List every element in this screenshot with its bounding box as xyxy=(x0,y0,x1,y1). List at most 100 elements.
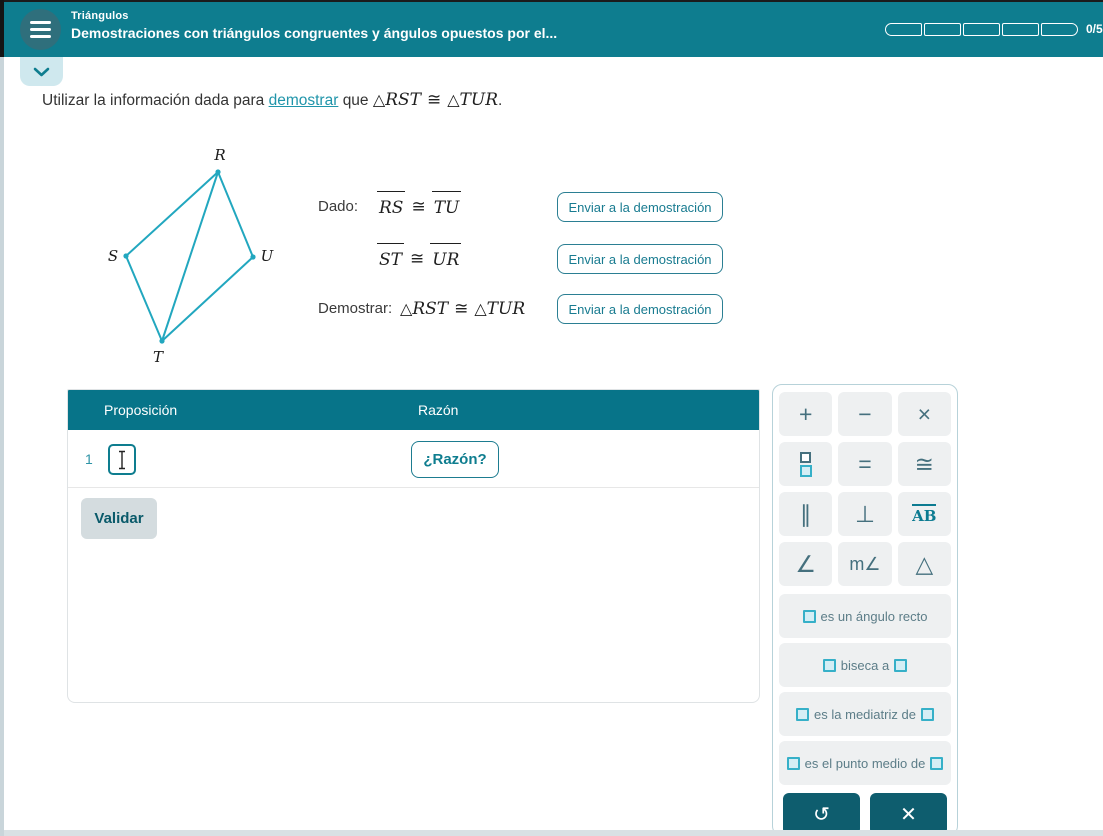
triangle-right-name: TUR xyxy=(486,299,526,319)
placeholder-box-icon xyxy=(822,658,836,672)
symbol-palette: + − × = ≅ ∥ ⊥ AB ∠ m∠ △ es un ángulo rec… xyxy=(772,384,958,836)
congruent-symbol: ≅ xyxy=(411,197,426,217)
app-header: Triángulos Demostraciones con triángulos… xyxy=(4,2,1103,57)
instruction-text: Utilizar la información dada para demost… xyxy=(42,90,502,110)
lesson-title: Demostraciones con triángulos congruente… xyxy=(71,25,558,41)
phrase-midpoint-button[interactable]: es el punto medio de xyxy=(779,741,951,785)
triangle-symbol: △ xyxy=(474,299,487,318)
send-to-proof-button[interactable]: Enviar a la demostración xyxy=(557,244,723,274)
statement-input[interactable] xyxy=(108,444,136,475)
text-cursor-icon xyxy=(119,450,125,469)
undo-icon: ↺ xyxy=(813,802,830,826)
triangle-symbol: △ xyxy=(400,299,413,318)
multiply-button[interactable]: × xyxy=(897,392,951,436)
prove-label: Demostrar: xyxy=(318,300,393,317)
chevron-down-icon xyxy=(33,67,50,76)
placeholder-box-icon xyxy=(802,609,816,623)
lesson-category: Triángulos xyxy=(71,10,129,22)
phrase-perpendicular-bisector-button[interactable]: es la mediatriz de xyxy=(779,692,951,736)
angle-button[interactable]: ∠ xyxy=(779,542,833,586)
segment-left: ST xyxy=(377,243,404,275)
fraction-button[interactable] xyxy=(779,442,833,486)
measure-angle-button[interactable]: m∠ xyxy=(838,542,892,586)
congruent-symbol: ≅ xyxy=(410,249,425,269)
triangle-icon: △ xyxy=(915,550,934,577)
instruction-pre: Utilizar la información dada para xyxy=(42,92,265,109)
segment-right: UR xyxy=(430,243,462,275)
perpendicular-button[interactable]: ⊥ xyxy=(838,492,892,536)
parallel-button[interactable]: ∥ xyxy=(779,492,833,536)
angle-icon: ∠ xyxy=(795,550,816,577)
instruction-mid: que xyxy=(342,92,369,109)
given-math: RS ≅ TU xyxy=(377,191,462,223)
column-header-proposicion: Proposición xyxy=(104,402,178,418)
triangle-right-name: TUR xyxy=(459,90,499,110)
placeholder-box-icon xyxy=(894,658,908,672)
segment-ab-button[interactable]: AB xyxy=(897,492,951,536)
phrase-label: es un ángulo recto xyxy=(820,608,928,624)
row-number: 1 xyxy=(85,451,93,467)
phrase-bisects-button[interactable]: biseca a xyxy=(779,643,951,687)
triangle-symbol: △ xyxy=(372,90,386,109)
given-label: Dado: xyxy=(318,198,359,215)
progress-segment xyxy=(963,23,1000,36)
plus-button[interactable]: + xyxy=(779,392,833,436)
given-row-1: Dado: RS ≅ TU Enviar a la demostración xyxy=(0,191,760,223)
minus-button[interactable]: − xyxy=(838,392,892,436)
send-to-proof-button[interactable]: Enviar a la demostración xyxy=(557,294,723,324)
plus-icon: + xyxy=(798,400,813,427)
phrase-right-angle-button[interactable]: es un ángulo recto xyxy=(779,594,951,638)
phrase-list: es un ángulo recto biseca a es la mediat… xyxy=(779,594,951,785)
given-row-2: ST ≅ UR Enviar a la demostración xyxy=(0,243,760,275)
collapse-header-button[interactable] xyxy=(20,57,63,86)
progress-segment xyxy=(1041,23,1078,36)
multiply-icon: × xyxy=(917,400,932,427)
window-edge-left-lower xyxy=(0,57,4,836)
placeholder-box-icon xyxy=(796,707,810,721)
perpendicular-icon: ⊥ xyxy=(854,500,876,527)
close-icon: ✕ xyxy=(900,802,917,826)
menu-button[interactable] xyxy=(20,9,61,50)
window-edge-left xyxy=(0,0,4,57)
progress-segment xyxy=(924,23,961,36)
triangle-button[interactable]: △ xyxy=(897,542,951,586)
demostrar-link[interactable]: demostrar xyxy=(269,92,339,109)
progress-label: 0/5 xyxy=(1086,22,1103,36)
progress-segment xyxy=(885,23,922,36)
prove-row: Demostrar: △ RST ≅ △ TUR Enviar a la dem… xyxy=(0,294,760,324)
congruent-symbol: ≅ xyxy=(454,299,469,319)
send-to-proof-button[interactable]: Enviar a la demostración xyxy=(557,192,723,222)
symbol-grid: + − × = ≅ ∥ ⊥ AB ∠ m∠ △ xyxy=(779,392,951,586)
placeholder-box-icon xyxy=(920,707,934,721)
phrase-label: biseca a xyxy=(840,657,890,673)
hamburger-icon xyxy=(30,21,51,38)
triangle-left-name: RST xyxy=(412,299,449,319)
phrase-label: es la mediatriz de xyxy=(814,706,916,722)
placeholder-box-icon xyxy=(930,756,944,770)
segment-ab-icon: AB xyxy=(912,503,937,525)
given-math: ST ≅ UR xyxy=(377,243,462,275)
proof-table-header: Proposición Razón xyxy=(68,390,759,430)
progress-bar xyxy=(885,23,1078,36)
congruent-icon: ≅ xyxy=(914,450,934,477)
validate-button[interactable]: Validar xyxy=(81,498,157,539)
app-window: Triángulos Demostraciones con triángulos… xyxy=(0,0,1103,836)
segment-right: TU xyxy=(431,191,462,223)
equals-button[interactable]: = xyxy=(838,442,892,486)
equals-icon: = xyxy=(858,450,872,477)
close-palette-button[interactable]: ✕ xyxy=(870,793,947,835)
measure-angle-icon: m∠ xyxy=(849,553,881,574)
reason-button[interactable]: ¿Razón? xyxy=(411,441,499,478)
vertex-label-r: R xyxy=(213,146,225,164)
congruent-symbol: ≅ xyxy=(426,90,442,110)
fraction-icon xyxy=(799,451,812,477)
parallel-icon: ∥ xyxy=(799,500,812,527)
segment-left: RS xyxy=(377,191,406,223)
congruent-button[interactable]: ≅ xyxy=(897,442,951,486)
palette-actions: ↺ ✕ xyxy=(779,793,951,835)
minus-icon: − xyxy=(858,400,872,427)
placeholder-box-icon xyxy=(786,756,800,770)
triangle-symbol: △ xyxy=(447,90,460,109)
prove-math: △ RST ≅ △ TUR xyxy=(400,294,525,324)
undo-button[interactable]: ↺ xyxy=(783,793,860,835)
